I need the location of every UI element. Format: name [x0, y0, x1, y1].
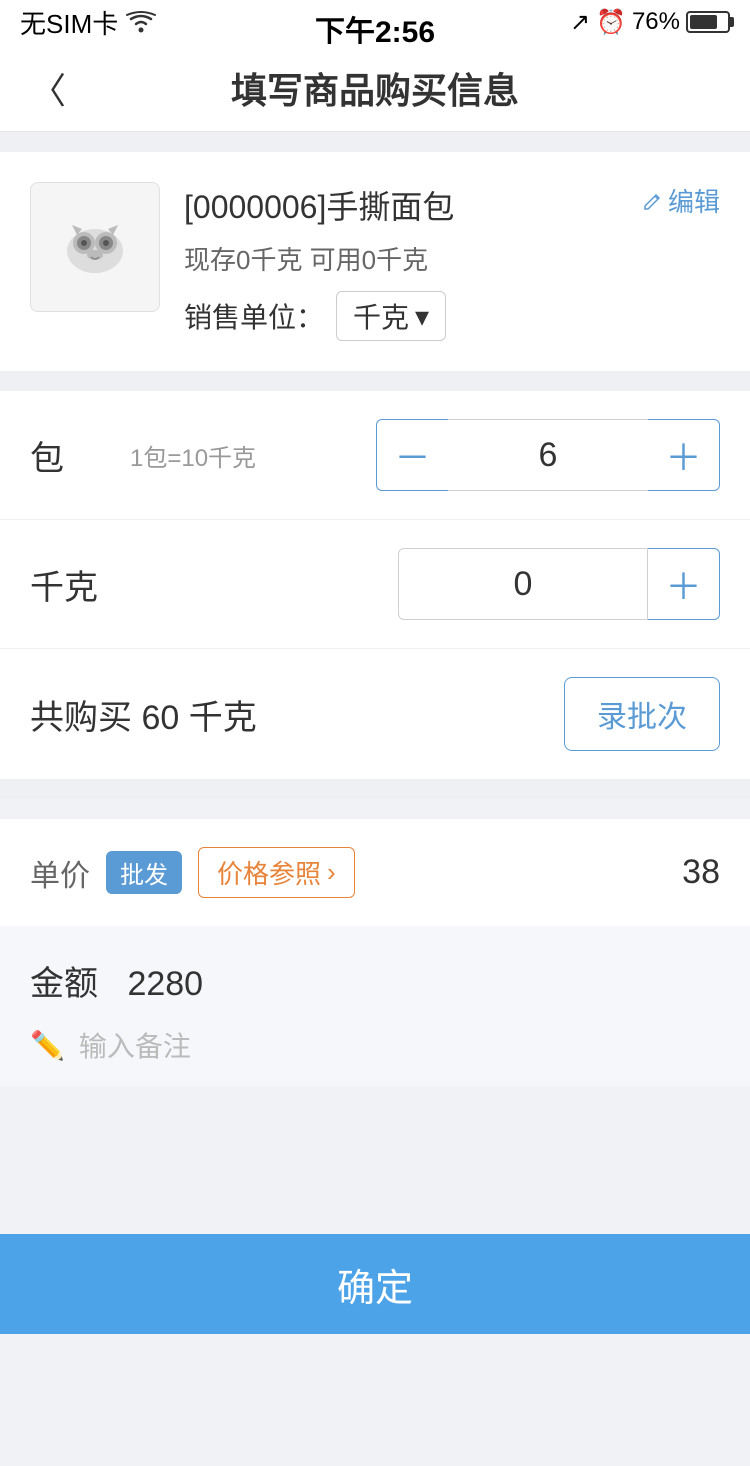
summary-row: 共购买 60 千克 录批次 — [0, 649, 750, 779]
section-gap-2 — [0, 371, 750, 391]
status-left: 无SIM卡 — [20, 4, 156, 41]
input-section: 包 1包=10千克 － ＋ 千克 ＋ — [0, 391, 750, 649]
price-type-badge: 批发 — [106, 851, 182, 894]
status-right: ↗ ⏰ 76% — [570, 8, 730, 37]
product-stock: 现存0千克 可用0千克 — [184, 240, 720, 277]
battery-icon — [686, 11, 730, 33]
chevron-right-icon: › — [327, 857, 336, 888]
amount-row: 金额 2280 — [30, 956, 720, 1005]
price-value: 38 — [682, 853, 720, 892]
location-icon: ↗ — [570, 8, 590, 37]
pencil-icon: ✏️ — [30, 1029, 65, 1062]
pack-minus-button[interactable]: － — [376, 419, 448, 491]
battery-pct: 76% — [632, 8, 680, 36]
amount-section: 金额 2280 ✏️ 输入备注 — [0, 926, 750, 1086]
kg-input-row: 千克 ＋ — [0, 520, 750, 649]
alarm-icon: ⏰ — [596, 8, 626, 37]
pack-controls: － ＋ — [376, 419, 720, 491]
price-label: 单价 — [30, 851, 90, 895]
product-thumbnail — [30, 182, 160, 312]
note-row[interactable]: ✏️ 输入备注 — [30, 1025, 720, 1065]
product-logo-icon — [55, 207, 135, 287]
pack-input[interactable] — [448, 419, 648, 491]
pack-label: 包 — [30, 431, 120, 480]
pack-input-row: 包 1包=10千克 － ＋ — [0, 391, 750, 520]
back-button[interactable]: 〈 — [30, 52, 76, 124]
kg-label: 千克 — [30, 560, 120, 609]
amount-label: 金额 — [30, 965, 98, 1003]
note-placeholder: 输入备注 — [79, 1025, 191, 1065]
section-gap-3 — [0, 779, 750, 799]
status-bar: 无SIM卡 下午2:56 ↗ ⏰ 76% — [0, 0, 750, 44]
carrier-label: 无SIM卡 — [20, 4, 118, 41]
kg-plus-button[interactable]: ＋ — [648, 548, 720, 620]
product-name: [0000006]手撕面包 — [184, 182, 454, 228]
kg-controls: ＋ — [398, 548, 720, 620]
product-info: [0000006]手撕面包 编辑 现存0千克 可用0千克 销售单位： 千克 ▾ — [184, 182, 720, 341]
product-card: [0000006]手撕面包 编辑 现存0千克 可用0千克 销售单位： 千克 ▾ — [0, 152, 750, 371]
record-batch-button[interactable]: 录批次 — [564, 677, 720, 751]
section-gap-1 — [0, 132, 750, 152]
unit-label: 销售单位： — [184, 296, 324, 336]
price-reference-button[interactable]: 价格参照 › — [198, 847, 355, 898]
unit-select[interactable]: 千克 ▾ — [336, 291, 446, 341]
page-title: 填写商品购买信息 — [231, 62, 519, 114]
edit-button[interactable]: 编辑 — [642, 182, 720, 219]
kg-input[interactable] — [398, 548, 648, 620]
summary-text: 共购买 60 千克 — [30, 690, 257, 739]
edit-icon — [642, 190, 664, 212]
product-unit-row: 销售单位： 千克 ▾ — [184, 291, 720, 341]
confirm-button[interactable]: 确定 — [0, 1234, 750, 1334]
chevron-down-icon: ▾ — [415, 300, 429, 333]
price-section: 单价 批发 价格参照 › 38 — [0, 819, 750, 926]
nav-bar: 〈 填写商品购买信息 — [0, 44, 750, 132]
pack-hint: 1包=10千克 — [130, 438, 376, 473]
product-name-row: [0000006]手撕面包 编辑 — [184, 182, 720, 228]
amount-value: 2280 — [127, 965, 203, 1003]
wifi-icon — [126, 11, 156, 33]
pack-plus-button[interactable]: ＋ — [648, 419, 720, 491]
